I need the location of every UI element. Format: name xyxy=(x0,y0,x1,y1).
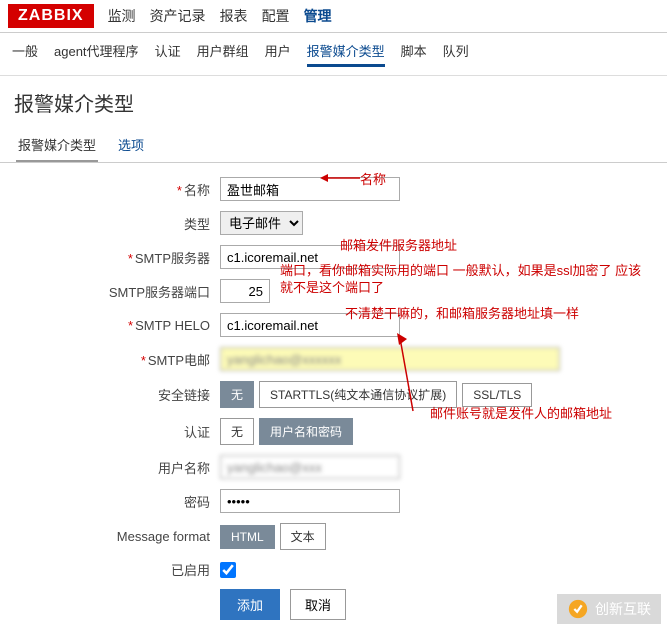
seg-sec-none[interactable]: 无 xyxy=(220,381,254,408)
seg-fmt-text[interactable]: 文本 xyxy=(280,523,326,550)
label-auth: 认证 xyxy=(184,425,210,440)
select-type[interactable]: 电子邮件 xyxy=(220,211,303,235)
seg-fmt-html[interactable]: HTML xyxy=(220,525,275,549)
form-area: *名称 类型 电子邮件 *SMTP服务器 SMTP服务器端口 *SMTP HEL… xyxy=(0,163,667,630)
security-group: 无 STARTTLS(纯文本通信协议扩展) SSL/TLS xyxy=(220,381,532,408)
submenu-usergroup[interactable]: 用户群组 xyxy=(197,41,249,67)
label-smtp-port: SMTP服务器端口 xyxy=(109,285,210,300)
tab-mediatype[interactable]: 报警媒介类型 xyxy=(16,129,98,162)
label-smtp-server: SMTP服务器 xyxy=(135,251,210,266)
label-username: 用户名称 xyxy=(158,461,210,476)
submenu-script[interactable]: 脚本 xyxy=(401,41,427,67)
label-type: 类型 xyxy=(184,217,210,232)
input-smtp-helo[interactable] xyxy=(220,313,400,337)
auth-group: 无 用户名和密码 xyxy=(220,418,353,445)
seg-auth-userpass[interactable]: 用户名和密码 xyxy=(259,418,353,445)
input-smtp-port[interactable] xyxy=(220,279,270,303)
label-name: 名称 xyxy=(184,183,210,198)
label-msgfmt: Message format xyxy=(117,529,210,544)
page-title: 报警媒介类型 xyxy=(0,76,667,123)
submenu-general[interactable]: 一般 xyxy=(12,41,38,67)
input-name[interactable] xyxy=(220,177,400,201)
submenu-agent[interactable]: agent代理程序 xyxy=(54,41,139,67)
topmenu-assets[interactable]: 资产记录 xyxy=(150,6,206,26)
sub-menu: 一般 agent代理程序 认证 用户群组 用户 报警媒介类型 脚本 队列 xyxy=(0,33,667,76)
tabs: 报警媒介类型 选项 xyxy=(0,123,667,163)
watermark-text: 创新互联 xyxy=(595,599,651,619)
seg-sec-ssl[interactable]: SSL/TLS xyxy=(462,383,532,407)
topmenu-reports[interactable]: 报表 xyxy=(220,6,248,26)
watermark: 创新互联 xyxy=(557,594,661,624)
input-password[interactable] xyxy=(220,489,400,513)
input-smtp-email[interactable] xyxy=(220,347,560,371)
add-button[interactable]: 添加 xyxy=(220,589,280,620)
submenu-mediatype[interactable]: 报警媒介类型 xyxy=(307,41,385,67)
topmenu-config[interactable]: 配置 xyxy=(262,6,290,26)
cancel-button[interactable]: 取消 xyxy=(290,589,346,620)
input-smtp-server[interactable] xyxy=(220,245,400,269)
topmenu-admin[interactable]: 管理 xyxy=(304,6,332,26)
top-bar: ZABBIX 监测 资产记录 报表 配置 管理 xyxy=(0,0,667,33)
label-security: 安全链接 xyxy=(158,388,210,403)
submenu-auth[interactable]: 认证 xyxy=(155,41,181,67)
seg-sec-starttls[interactable]: STARTTLS(纯文本通信协议扩展) xyxy=(259,381,457,408)
watermark-icon xyxy=(567,598,589,620)
submenu-queue[interactable]: 队列 xyxy=(443,41,469,67)
tab-options[interactable]: 选项 xyxy=(116,129,146,162)
label-smtp-helo: SMTP HELO xyxy=(135,318,210,333)
top-menu: 监测 资产记录 报表 配置 管理 xyxy=(108,6,332,26)
input-username[interactable] xyxy=(220,455,400,479)
msgfmt-group: HTML 文本 xyxy=(220,523,326,550)
logo: ZABBIX xyxy=(8,4,94,28)
seg-auth-none[interactable]: 无 xyxy=(220,418,254,445)
label-smtp-email: SMTP电邮 xyxy=(148,353,210,368)
submenu-user[interactable]: 用户 xyxy=(265,41,291,67)
checkbox-enabled[interactable] xyxy=(220,562,236,578)
topmenu-monitor[interactable]: 监测 xyxy=(108,6,136,26)
label-password: 密码 xyxy=(184,495,210,510)
label-enabled: 已启用 xyxy=(171,563,210,578)
